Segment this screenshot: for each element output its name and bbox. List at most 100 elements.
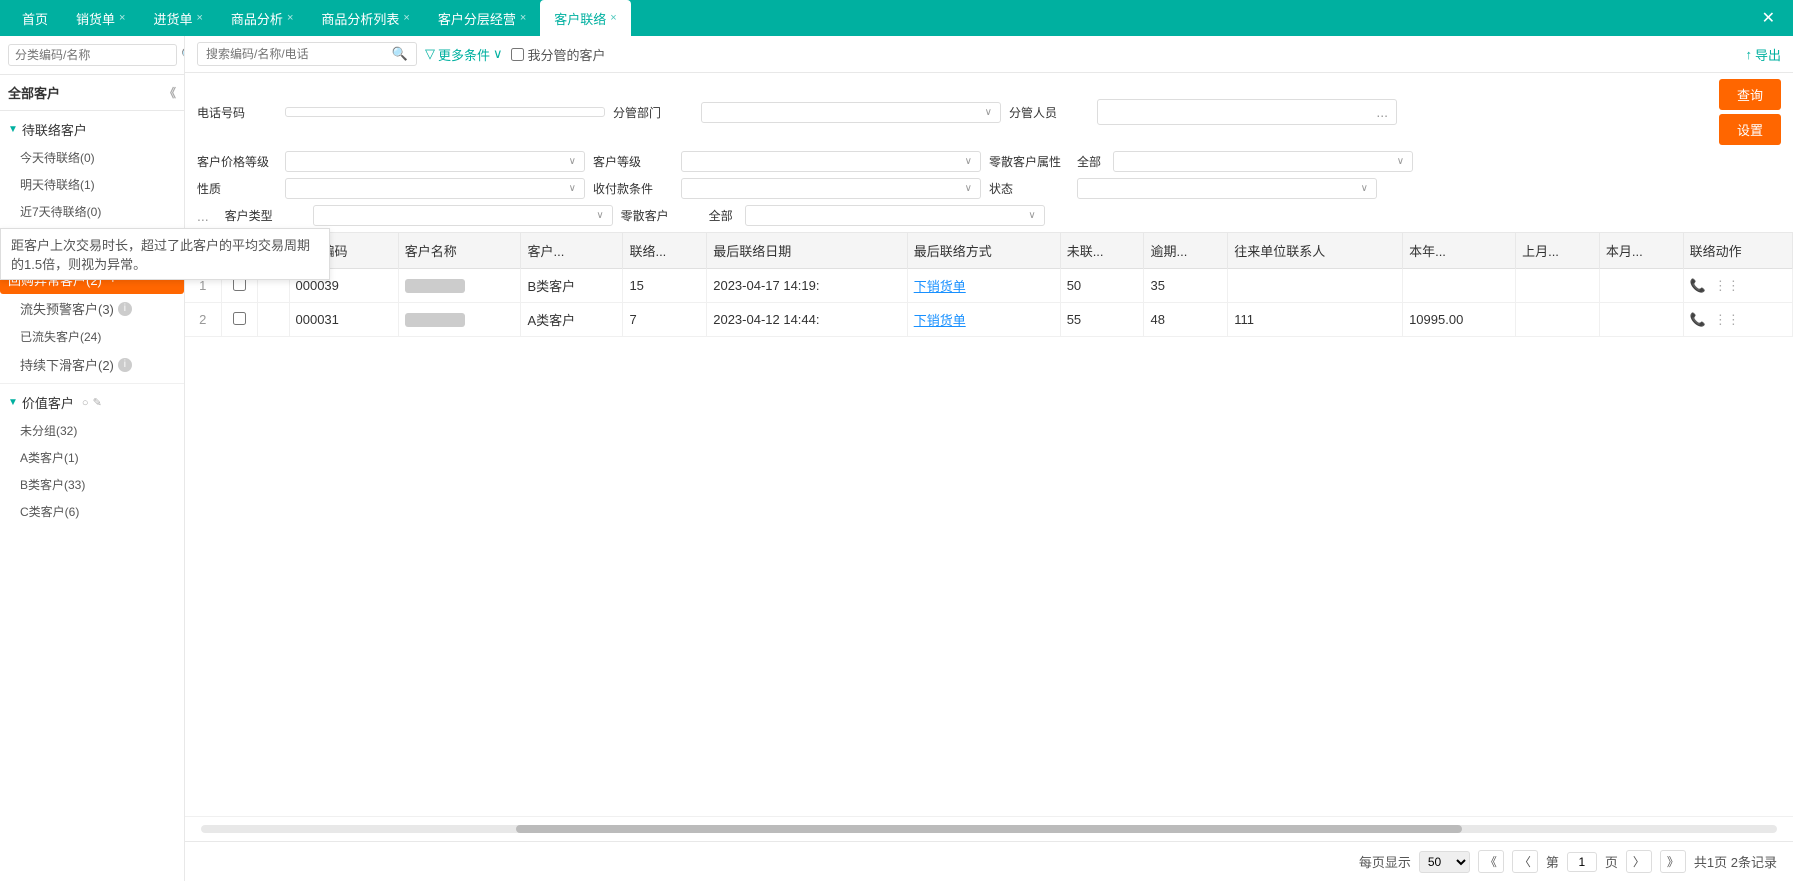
next-page-button[interactable]: 〉: [1626, 850, 1652, 873]
settings-small-icon[interactable]: ✎: [93, 396, 102, 409]
col-action: 联络动作: [1683, 233, 1792, 269]
nav-product-analysis-list[interactable]: 商品分析列表 ×: [307, 0, 423, 36]
close-icon[interactable]: ×: [287, 12, 293, 24]
close-icon[interactable]: ×: [119, 12, 125, 24]
dept-select[interactable]: ∨: [701, 102, 1001, 123]
close-icon[interactable]: ×: [610, 12, 616, 24]
customer-tier-select[interactable]: ∨: [681, 151, 981, 172]
filter-row-1: 电话号码 分管部门 ∨ 分管人员 ... 查询 设置: [197, 79, 1781, 145]
sidebar-item-ungrouped[interactable]: 未分组(32): [0, 417, 184, 444]
row-checkbox-cell[interactable]: [221, 303, 257, 337]
price-tier-select[interactable]: ∨: [285, 151, 585, 172]
my-customer-check[interactable]: [511, 48, 524, 61]
window-close-button[interactable]: ✕: [1752, 8, 1785, 28]
table-row: 2 000031 A类客户 7 2023-04-12 14:44: 下销货单 5…: [185, 303, 1793, 337]
col-this-month: 本月...: [1599, 233, 1683, 269]
sidebar-item-b-class[interactable]: B类客户(33): [0, 471, 184, 498]
sidebar-item-7days[interactable]: 近7天待联络(0): [0, 198, 184, 225]
row-action[interactable]: 📞 ⋮⋮: [1683, 269, 1792, 303]
chevron-down-icon: ∨: [569, 156, 576, 167]
total-records-label: 共1页 2条记录: [1694, 852, 1777, 871]
export-button[interactable]: ↑ 导出: [1745, 45, 1781, 64]
search-icon[interactable]: 🔍: [392, 46, 408, 62]
filter-search-input[interactable]: [206, 47, 388, 61]
table-header-row: ⚙ 客户编码 客户名称 客户... 联络... 最后联络日期 最后联络方式 未联…: [185, 233, 1793, 269]
contact-icon[interactable]: 📞: [1690, 312, 1706, 328]
col-overdue: 逾期...: [1144, 233, 1228, 269]
sidebar-search-input[interactable]: [8, 44, 177, 66]
row-checkbox[interactable]: [233, 312, 246, 325]
filter-bar: 🔍 ▽ 更多条件 ∨ 我分管的客户 ↑ 导出: [185, 36, 1793, 73]
sidebar-item-churned[interactable]: 已流失客户(24): [0, 323, 184, 350]
sidebar-item-c-class[interactable]: C类客户(6): [0, 498, 184, 525]
my-customer-checkbox[interactable]: 我分管的客户: [511, 45, 606, 64]
ellipsis-icon: ...: [1376, 104, 1388, 120]
nav-customer-tier[interactable]: 客户分层经营 ×: [424, 0, 540, 36]
row-uncontacted: 55: [1060, 303, 1144, 337]
customer-type-select[interactable]: ∨: [313, 205, 613, 226]
tooltip-box: 距客户上次交易时长，超过了此客户的平均交易周期的1.5倍，则视为异常。: [0, 228, 185, 280]
row-contact-count: 7: [623, 303, 707, 337]
row-last-month: [1516, 303, 1600, 337]
sidebar-group-title-pending[interactable]: ▼ 待联络客户: [0, 115, 184, 144]
per-page-select[interactable]: 50 100: [1419, 851, 1470, 873]
sidebar-item-a-class[interactable]: A类客户(1): [0, 444, 184, 471]
filter-search-box[interactable]: 🔍: [197, 42, 417, 66]
nav-sales-order[interactable]: 销货单 ×: [62, 0, 139, 36]
nature-select[interactable]: ∨: [285, 178, 585, 199]
more-icon[interactable]: ⋮⋮: [1714, 312, 1740, 328]
edit-icon[interactable]: ○: [82, 397, 89, 409]
page-end-label: 页: [1605, 852, 1618, 871]
contact-icon[interactable]: 📞: [1690, 278, 1706, 294]
per-page-label: 每页显示: [1359, 852, 1411, 871]
close-icon[interactable]: ×: [520, 12, 526, 24]
more-conditions-button[interactable]: ▽ 更多条件 ∨: [425, 45, 503, 64]
filter-icon: ▽: [425, 46, 435, 62]
retail-attr-select[interactable]: ∨: [1113, 151, 1413, 172]
sidebar-item-churn-warning[interactable]: 流失预警客户(3) i: [0, 294, 184, 323]
close-icon[interactable]: ×: [403, 12, 409, 24]
row-contact-person: [1228, 269, 1403, 303]
triangle-icon: ▼: [8, 397, 18, 408]
scroll-track: [201, 825, 1777, 833]
sidebar-item-tomorrow[interactable]: 明天待联络(1): [0, 171, 184, 198]
first-page-button[interactable]: 《: [1478, 850, 1504, 873]
table-row: 1 000039 B类客户 15 2023-04-17 14:19: 下销货单 …: [185, 269, 1793, 303]
sidebar-all-customers-header[interactable]: 全部客户 《: [0, 75, 184, 111]
row-last-date: 2023-04-17 14:19:: [707, 269, 907, 303]
export-icon: ↑: [1745, 47, 1752, 62]
nav-home[interactable]: 首页: [8, 0, 62, 36]
collapse-icon[interactable]: 《: [164, 84, 176, 101]
page-input[interactable]: [1567, 852, 1597, 872]
prev-page-button[interactable]: 〈: [1512, 850, 1538, 873]
nav-customer-contact[interactable]: 客户联络 ×: [540, 0, 630, 36]
last-page-button[interactable]: 》: [1660, 850, 1686, 873]
info-icon: i: [118, 358, 132, 372]
sidebar-search-bar: 🔍: [0, 36, 184, 75]
chevron-down-icon: ∨: [985, 107, 992, 118]
close-icon[interactable]: ×: [196, 12, 202, 24]
sidebar-item-today[interactable]: 今天待联络(0): [0, 144, 184, 171]
col-last-method: 最后联络方式: [907, 233, 1060, 269]
status-select[interactable]: ∨: [1077, 178, 1377, 199]
pagination-bar: 每页显示 50 100 《 〈 第 页 〉 》 共1页 2条记录: [185, 841, 1793, 881]
horizontal-scrollbar[interactable]: [185, 816, 1793, 841]
sidebar-group-title-value-customers[interactable]: ▼ 价值客户 ○ ✎: [0, 388, 184, 417]
row-action[interactable]: 📞 ⋮⋮: [1683, 303, 1792, 337]
query-button[interactable]: 查询: [1719, 79, 1781, 110]
nav-purchase-order[interactable]: 进货单 ×: [139, 0, 216, 36]
retail-customer-select[interactable]: ∨: [745, 205, 1045, 226]
more-icon[interactable]: ⋮⋮: [1714, 278, 1740, 294]
row-index: 2: [185, 303, 221, 337]
col-this-year: 本年...: [1403, 233, 1516, 269]
phone-field[interactable]: [285, 107, 605, 117]
chevron-down-icon: ∨: [1397, 156, 1404, 167]
chevron-down-icon: ∨: [965, 156, 972, 167]
nav-product-analysis[interactable]: 商品分析 ×: [217, 0, 307, 36]
sidebar-item-declining[interactable]: 持续下滑客户(2) i: [0, 350, 184, 379]
manager-select[interactable]: ...: [1097, 99, 1397, 125]
ellipsis-icon[interactable]: ...: [197, 208, 209, 224]
row-last-method: 下销货单: [907, 303, 1060, 337]
settings-button[interactable]: 设置: [1719, 114, 1781, 145]
payment-condition-select[interactable]: ∨: [681, 178, 981, 199]
